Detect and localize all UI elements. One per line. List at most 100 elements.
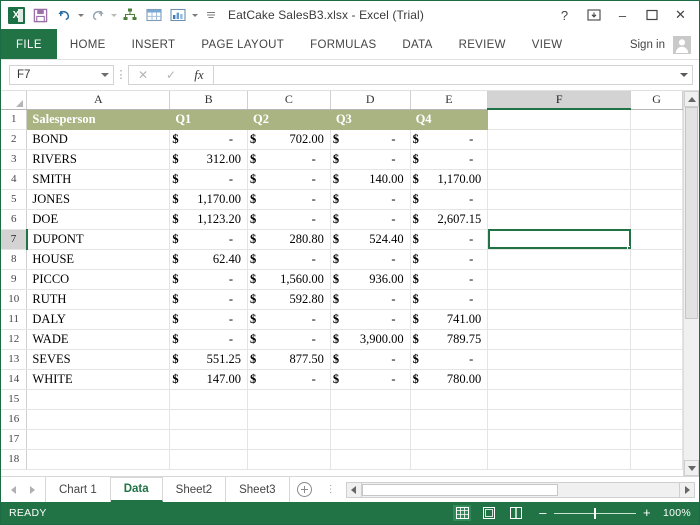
tab-review[interactable]: REVIEW (446, 29, 519, 60)
horizontal-scrollbar[interactable] (342, 477, 699, 502)
tab-page-layout[interactable]: PAGE LAYOUT (188, 29, 297, 60)
row-header-9[interactable]: 9 (1, 269, 28, 290)
tab-file[interactable]: FILE (1, 29, 57, 60)
cell-D9[interactable]: $936.00 (330, 269, 411, 290)
cell-D15[interactable] (330, 389, 411, 410)
row-header-1[interactable]: 1 (1, 109, 28, 130)
cell-A9[interactable]: PICCO (26, 269, 171, 290)
row-header-15[interactable]: 15 (1, 389, 28, 410)
cell-C4[interactable]: $ - (247, 169, 331, 190)
cell-B8[interactable]: $62.40 (169, 249, 248, 270)
cell-F5[interactable] (487, 189, 632, 210)
row-header-13[interactable]: 13 (1, 349, 28, 370)
cell-B17[interactable] (169, 429, 248, 450)
column-header-a[interactable]: A (26, 91, 171, 110)
tab-formulas[interactable]: FORMULAS (297, 29, 389, 60)
cell-G8[interactable] (630, 249, 683, 270)
cell-G1[interactable] (630, 109, 683, 130)
worksheet-grid[interactable]: A B C D E F G 1 Salesperson Q1 Q2 Q3 Q4 2 BOND $… (1, 91, 683, 476)
cell-F9[interactable] (487, 269, 632, 290)
cell-A5[interactable]: JONES (26, 189, 171, 210)
column-header-b[interactable]: B (169, 91, 248, 110)
cell-C9[interactable]: $1,560.00 (247, 269, 331, 290)
cell-C1[interactable]: Q2 (247, 109, 331, 130)
cell-E7[interactable]: $ - (410, 229, 489, 250)
cell-E2[interactable]: $ - (410, 129, 489, 150)
fill-handle[interactable] (627, 245, 630, 248)
select-all-corner-icon[interactable] (1, 91, 28, 110)
cell-D13[interactable]: $ - (330, 349, 411, 370)
cell-D12[interactable]: $3,900.00 (330, 329, 411, 350)
cell-G17[interactable] (630, 429, 683, 450)
cell-F1[interactable] (487, 109, 632, 130)
cell-G3[interactable] (630, 149, 683, 170)
cell-G11[interactable] (630, 309, 683, 330)
cell-G9[interactable] (630, 269, 683, 290)
cell-A6[interactable]: DOE (26, 209, 171, 230)
cell-G7[interactable] (630, 229, 683, 250)
cell-B10[interactable]: $ - (169, 289, 248, 310)
cell-F4[interactable] (487, 169, 632, 190)
minimize-button[interactable]: – (608, 2, 637, 28)
cell-D14[interactable]: $ - (330, 369, 411, 390)
table-icon[interactable] (143, 4, 165, 26)
cell-D8[interactable]: $ - (330, 249, 411, 270)
name-box-chevron-down-icon[interactable] (101, 73, 109, 77)
next-sheet-icon[interactable] (30, 485, 35, 494)
cell-E10[interactable]: $ - (410, 289, 489, 310)
cell-E4[interactable]: $1,170.00 (410, 169, 489, 190)
cell-A13[interactable]: SEVES (26, 349, 171, 370)
avatar-icon[interactable] (671, 34, 693, 56)
zoom-slider-handle[interactable] (594, 507, 596, 519)
cell-D6[interactable]: $ - (330, 209, 411, 230)
cell-E6[interactable]: $2,607.15 (410, 209, 489, 230)
cell-A7[interactable]: DUPONT (26, 229, 171, 250)
formula-input[interactable] (213, 65, 693, 85)
sheet-tab-splitter-icon[interactable]: ⋮ (320, 477, 342, 502)
cell-F10[interactable] (487, 289, 632, 310)
cell-A14[interactable]: WHITE (26, 369, 171, 390)
zoom-in-button[interactable]: + (643, 506, 651, 519)
previous-sheet-icon[interactable] (11, 485, 16, 494)
redo-icon[interactable] (86, 4, 108, 26)
row-header-8[interactable]: 8 (1, 249, 28, 270)
undo-dropdown-icon[interactable] (78, 13, 84, 17)
row-header-17[interactable]: 17 (1, 429, 28, 450)
cell-E18[interactable] (410, 449, 489, 470)
cell-B14[interactable]: $147.00 (169, 369, 248, 390)
cell-A1[interactable]: Salesperson (26, 109, 171, 130)
sign-in-link[interactable]: Sign in (630, 39, 665, 51)
cell-C7[interactable]: $280.80 (247, 229, 331, 250)
cell-C16[interactable] (247, 409, 331, 430)
cell-D17[interactable] (330, 429, 411, 450)
cell-C3[interactable]: $ - (247, 149, 331, 170)
cell-F2[interactable] (487, 129, 632, 150)
cell-D5[interactable]: $ - (330, 189, 411, 210)
enter-formula-button[interactable]: ✓ (157, 66, 185, 84)
cell-B18[interactable] (169, 449, 248, 470)
undo-icon[interactable] (53, 4, 75, 26)
cell-G13[interactable] (630, 349, 683, 370)
cell-C10[interactable]: $592.80 (247, 289, 331, 310)
add-sheet-button[interactable] (290, 477, 320, 502)
cell-A4[interactable]: SMITH (26, 169, 171, 190)
cell-A10[interactable]: RUTH (26, 289, 171, 310)
cell-B12[interactable]: $ - (169, 329, 248, 350)
tab-home[interactable]: HOME (57, 29, 119, 60)
cell-C13[interactable]: $877.50 (247, 349, 331, 370)
cell-E1[interactable]: Q4 (410, 109, 489, 130)
cell-D7[interactable]: $524.40 (330, 229, 411, 250)
row-header-6[interactable]: 6 (1, 209, 28, 230)
cell-F13[interactable] (487, 349, 632, 370)
cell-D11[interactable]: $ - (330, 309, 411, 330)
scroll-left-icon[interactable] (345, 481, 362, 498)
cell-B6[interactable]: $1,123.20 (169, 209, 248, 230)
cell-A15[interactable] (26, 389, 171, 410)
cell-D18[interactable] (330, 449, 411, 470)
cell-A17[interactable] (26, 429, 171, 450)
cell-G10[interactable] (630, 289, 683, 310)
cell-D4[interactable]: $140.00 (330, 169, 411, 190)
cell-E12[interactable]: $789.75 (410, 329, 489, 350)
vertical-scrollbar[interactable] (683, 91, 699, 476)
cell-C14[interactable]: $ - (247, 369, 331, 390)
